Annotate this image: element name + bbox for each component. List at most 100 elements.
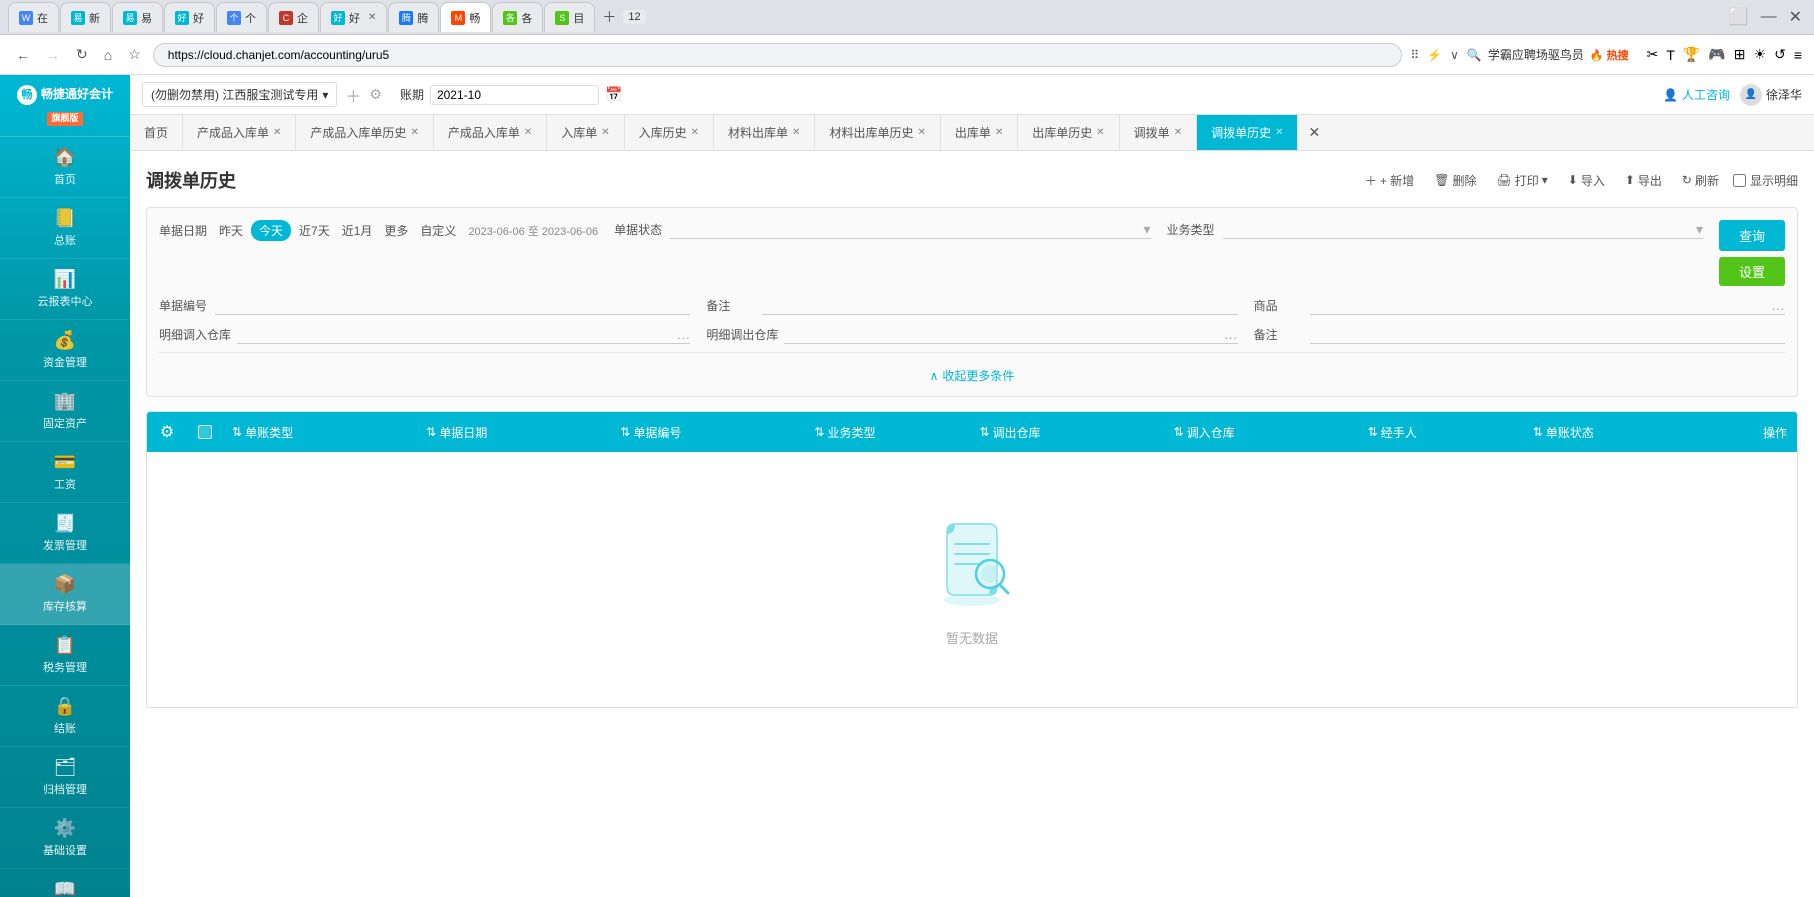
query-button[interactable]: 查询 [1719, 220, 1785, 251]
browser-tab-6[interactable]: C 企 [268, 2, 319, 32]
tab-out-order[interactable]: 出库单 ✕ [941, 115, 1018, 151]
browser-tab-9[interactable]: M 畅 [440, 2, 491, 32]
browser-tab-5[interactable]: 个 个 [216, 2, 267, 32]
browser-tab-3[interactable]: 易 易 [112, 2, 163, 32]
more-option[interactable]: 更多 [380, 220, 412, 241]
detail-in-wh-ellipsis-icon[interactable]: … [676, 326, 690, 342]
refresh-button[interactable]: ↻ [72, 42, 92, 67]
doc-status-dropdown-icon[interactable]: ▾ [1144, 221, 1151, 238]
tab-close-icon[interactable]: ✕ [601, 127, 609, 138]
sidebar-item-ledger[interactable]: 📒 总账 [0, 198, 130, 259]
tab-close-icon[interactable]: ✕ [1275, 127, 1283, 138]
sidebar-item-report[interactable]: 📊 云报表中心 [0, 259, 130, 320]
th-doc-date[interactable]: ⇅ 单据日期 [416, 424, 610, 441]
delete-button[interactable]: 🗑 删除 [1428, 169, 1482, 192]
display-toggle-checkbox[interactable] [1733, 174, 1746, 187]
browser-tab-11[interactable]: S 目 [544, 2, 595, 32]
calendar-icon[interactable]: 📅 [605, 86, 622, 103]
filter-settings-button[interactable]: 设置 [1719, 257, 1785, 286]
biz-type-input[interactable] [1223, 220, 1696, 238]
tab-transfer-hist[interactable]: 调拨单历史 ✕ [1197, 115, 1298, 151]
tab-close-icon[interactable]: ✕ [273, 127, 281, 138]
sidebar-item-archive[interactable]: 🗂 归档管理 [0, 747, 130, 808]
tab-close-icon[interactable]: ✕ [524, 127, 532, 138]
tab-material-out-hist[interactable]: 材料出库单历史 ✕ [815, 115, 940, 151]
th-biz-type[interactable]: ⇅ 业务类型 [804, 424, 969, 441]
goods-input[interactable] [1310, 296, 1771, 314]
detail-remark-input[interactable] [1310, 325, 1785, 344]
sidebar-item-guide[interactable]: 📖 新手引导 [0, 869, 130, 897]
select-all-checkbox[interactable] [198, 425, 212, 439]
tab-close-icon[interactable]: ✕ [410, 127, 418, 138]
tab-close-icon[interactable]: ✕ [691, 127, 699, 138]
sidebar-item-invoice[interactable]: 🧾 发票管理 [0, 503, 130, 564]
sidebar-item-salary[interactable]: 💳 工资 [0, 442, 130, 503]
biz-type-dropdown-icon[interactable]: ▾ [1696, 221, 1703, 238]
tab-close-icon[interactable]: ✕ [792, 127, 800, 138]
last7-option[interactable]: 近7天 [295, 220, 334, 241]
tab-close-icon[interactable]: ✕ [1174, 127, 1182, 138]
tab-out-hist[interactable]: 出库单历史 ✕ [1018, 115, 1119, 151]
print-button[interactable]: 🖨 打印 ▾ [1490, 169, 1553, 192]
sidebar-item-settings[interactable]: ⚙️ 基础设置 [0, 808, 130, 869]
tab-product-in2[interactable]: 产成品入库单 ✕ [434, 115, 547, 151]
tab-home[interactable]: 首页 [130, 115, 183, 151]
export-button[interactable]: ⬆ 导出 [1619, 169, 1668, 192]
th-in-wh[interactable]: ⇅ 调入仓库 [1164, 424, 1358, 441]
sidebar-item-close[interactable]: 🔒 结账 [0, 686, 130, 747]
add-company-button[interactable]: ＋ [345, 83, 361, 107]
tab-close-icon[interactable]: ✕ [995, 127, 1003, 138]
doc-status-input[interactable] [670, 220, 1143, 238]
detail-out-wh-input[interactable] [784, 325, 1223, 343]
company-select[interactable]: (勿删勿禁用) 江西服宝测试专用 ▾ [142, 82, 337, 107]
browser-tab-8[interactable]: 腾 腾 [388, 2, 439, 32]
browser-tab-7[interactable]: 好 好 ✕ [320, 2, 387, 32]
browser-tab-4[interactable]: 好 好 [164, 2, 215, 32]
detail-out-wh-ellipsis-icon[interactable]: … [1224, 326, 1238, 342]
settings-company-icon[interactable]: ⚙ [369, 86, 382, 103]
detail-in-wh-input[interactable] [237, 325, 676, 343]
service-button[interactable]: 👤 人工咨询 [1663, 86, 1730, 103]
th-doc-no[interactable]: ⇅ 单据编号 [610, 424, 804, 441]
back-button[interactable]: ← [12, 43, 34, 67]
custom-option[interactable]: 自定义 [416, 220, 460, 241]
forward-button[interactable]: → [42, 43, 64, 67]
sidebar-item-inventory[interactable]: 📦 库存核算 [0, 564, 130, 625]
new-tab-button[interactable]: ＋ [596, 3, 622, 31]
tab-product-in-hist[interactable]: 产成品入库单历史 ✕ [296, 115, 433, 151]
th-doc-status[interactable]: ⇅ 单账状态 [1523, 424, 1717, 441]
th-handler[interactable]: ⇅ 经手人 [1358, 424, 1523, 441]
window-controls[interactable]: ⬜ — ✕ [1725, 7, 1806, 27]
tab-material-out[interactable]: 材料出库单 ✕ [714, 115, 815, 151]
browser-tab-1[interactable]: W 在 [8, 2, 59, 32]
new-button[interactable]: ＋ + 新增 [1359, 169, 1420, 192]
th-out-wh[interactable]: ⇅ 调出仓库 [969, 424, 1163, 441]
tab-close-icon[interactable]: ✕ [1096, 127, 1104, 138]
sidebar-item-finance[interactable]: 💰 资金管理 [0, 320, 130, 381]
sidebar-item-tax[interactable]: 📋 税务管理 [0, 625, 130, 686]
collapse-button[interactable]: ∧ 收起更多条件 [930, 367, 1015, 384]
tab-stock-in-hist[interactable]: 入库历史 ✕ [625, 115, 714, 151]
goods-ellipsis-icon[interactable]: … [1771, 297, 1785, 313]
refresh-button[interactable]: ↻ 刷新 [1676, 169, 1725, 192]
th-doc-type[interactable]: ⇅ 单账类型 [222, 424, 416, 441]
tab-close-icon[interactable]: ✕ [917, 127, 925, 138]
home-button[interactable]: ⌂ [100, 43, 116, 67]
import-button[interactable]: ⬇ 导入 [1562, 169, 1611, 192]
close-all-tabs-button[interactable]: ✕ [1298, 116, 1330, 149]
th-gear[interactable]: ⚙ [147, 422, 187, 442]
today-option[interactable]: 今天 [251, 220, 291, 241]
yesterday-option[interactable]: 昨天 [215, 220, 247, 241]
sidebar-item-assets[interactable]: 🏢 固定资产 [0, 381, 130, 442]
browser-tab-10[interactable]: 各 各 [492, 2, 543, 32]
bookmark-button[interactable]: ☆ [124, 42, 145, 67]
remark-input[interactable] [762, 296, 1237, 315]
period-input[interactable] [430, 85, 599, 105]
last-month-option[interactable]: 近1月 [338, 220, 377, 241]
sidebar-item-home[interactable]: 🏠 首页 [0, 137, 130, 198]
doc-no-input[interactable] [215, 296, 690, 315]
display-toggle[interactable]: 显示明细 [1733, 172, 1798, 189]
tab-transfer[interactable]: 调拨单 ✕ [1120, 115, 1197, 151]
tab-product-in[interactable]: 产成品入库单 ✕ [183, 115, 296, 151]
tab-stock-in[interactable]: 入库单 ✕ [547, 115, 624, 151]
